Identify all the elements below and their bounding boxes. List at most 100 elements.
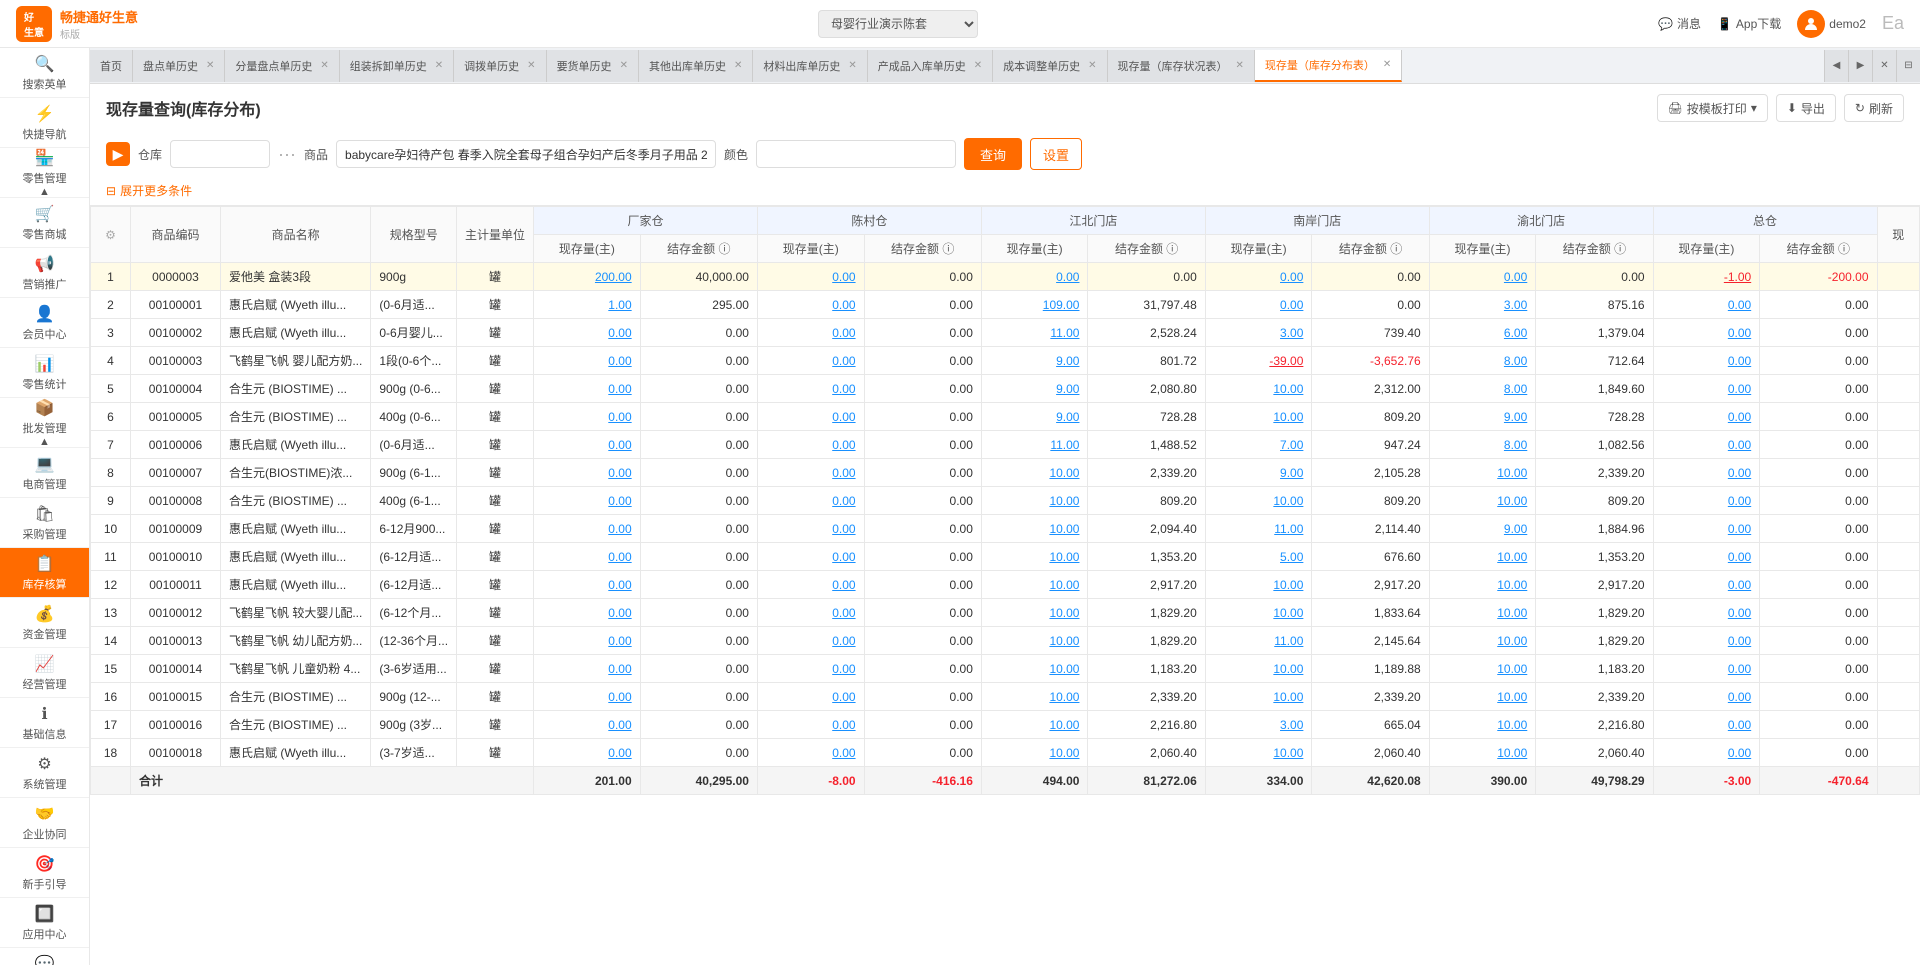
changjia-qty[interactable]: 0.00 xyxy=(534,319,641,347)
nanan-qty[interactable]: 0.00 xyxy=(1205,291,1312,319)
tab-close-11[interactable]: ✕ xyxy=(1383,59,1391,70)
total-qty[interactable]: 0.00 xyxy=(1653,291,1760,319)
sidebar-item-6[interactable]: 📊 零售统计 xyxy=(0,348,89,398)
nanan-qty[interactable]: 0.00 xyxy=(1205,263,1312,291)
yubei-qty[interactable]: 10.00 xyxy=(1429,711,1536,739)
nanan-qty[interactable]: 10.00 xyxy=(1205,655,1312,683)
total-qty[interactable]: 0.00 xyxy=(1653,683,1760,711)
jiangbei-qty[interactable]: 10.00 xyxy=(981,459,1088,487)
jiangbei-qty[interactable]: 10.00 xyxy=(981,711,1088,739)
sidebar-item-10[interactable]: 📋 库存核算 xyxy=(0,548,89,598)
total-qty[interactable]: 0.00 xyxy=(1653,571,1760,599)
chen-qty[interactable]: 0.00 xyxy=(757,263,864,291)
total-qty[interactable]: 0.00 xyxy=(1653,739,1760,767)
tab-item-8[interactable]: 产成品入库单历史✕ xyxy=(868,50,993,82)
chen-qty[interactable]: 0.00 xyxy=(757,599,864,627)
settings-btn[interactable]: 设置 xyxy=(1030,138,1082,170)
total-qty[interactable]: 0.00 xyxy=(1653,543,1760,571)
jiangbei-qty[interactable]: 9.00 xyxy=(981,347,1088,375)
yubei-qty[interactable]: 8.00 xyxy=(1429,431,1536,459)
changjia-qty[interactable]: 0.00 xyxy=(534,655,641,683)
yubei-qty[interactable]: 10.00 xyxy=(1429,571,1536,599)
changjia-qty[interactable]: 0.00 xyxy=(534,599,641,627)
nanan-qty[interactable]: 10.00 xyxy=(1205,571,1312,599)
sidebar-item-18[interactable]: 💬 企业微信 xyxy=(0,948,89,965)
tab-next-btn[interactable]: ▶ xyxy=(1848,50,1872,82)
jiangbei-qty[interactable]: 10.00 xyxy=(981,571,1088,599)
total-qty[interactable]: 0.00 xyxy=(1653,431,1760,459)
sidebar-item-3[interactable]: 🛒 零售商城 xyxy=(0,198,89,248)
yubei-qty[interactable]: 8.00 xyxy=(1429,347,1536,375)
changjia-qty[interactable]: 0.00 xyxy=(534,627,641,655)
changjia-qty[interactable]: 0.00 xyxy=(534,375,641,403)
chen-qty[interactable]: 0.00 xyxy=(757,655,864,683)
chen-qty[interactable]: 0.00 xyxy=(757,515,864,543)
chen-qty[interactable]: 0.00 xyxy=(757,431,864,459)
total-qty[interactable]: 0.00 xyxy=(1653,459,1760,487)
changjia-qty[interactable]: 0.00 xyxy=(534,515,641,543)
chen-qty[interactable]: 0.00 xyxy=(757,375,864,403)
expand-top-btn[interactable]: Ea xyxy=(1882,13,1904,34)
sidebar-item-0[interactable]: 🔍 搜索英单 xyxy=(0,48,89,98)
changjia-qty[interactable]: 0.00 xyxy=(534,403,641,431)
tab-close-5[interactable]: ✕ xyxy=(620,60,628,71)
yubei-qty[interactable]: 10.00 xyxy=(1429,655,1536,683)
tab-close-8[interactable]: ✕ xyxy=(974,60,982,71)
sidebar-item-7[interactable]: 📦 批发管理 ▲ xyxy=(0,398,89,448)
changjia-qty[interactable]: 0.00 xyxy=(534,571,641,599)
yubei-qty[interactable]: 10.00 xyxy=(1429,459,1536,487)
changjia-qty[interactable]: 0.00 xyxy=(534,431,641,459)
nanan-qty[interactable]: 11.00 xyxy=(1205,515,1312,543)
changjia-qty[interactable]: 0.00 xyxy=(534,739,641,767)
tab-close-4[interactable]: ✕ xyxy=(527,60,535,71)
nanan-qty[interactable]: 10.00 xyxy=(1205,403,1312,431)
jiangbei-qty[interactable]: 10.00 xyxy=(981,655,1088,683)
tab-close-2[interactable]: ✕ xyxy=(320,60,328,71)
nanan-qty[interactable]: 10.00 xyxy=(1205,487,1312,515)
chen-qty[interactable]: 0.00 xyxy=(757,487,864,515)
tab-close-10[interactable]: ✕ xyxy=(1236,60,1244,71)
tab-item-6[interactable]: 其他出库单历史✕ xyxy=(639,50,753,82)
yubei-qty[interactable]: 3.00 xyxy=(1429,291,1536,319)
sidebar-item-8[interactable]: 💻 电商管理 xyxy=(0,448,89,498)
tab-item-5[interactable]: 要货单历史✕ xyxy=(547,50,639,82)
sidebar-item-13[interactable]: ℹ 基础信息 xyxy=(0,698,89,748)
jiangbei-qty[interactable]: 10.00 xyxy=(981,739,1088,767)
tab-item-3[interactable]: 组装拆卸单历史✕ xyxy=(340,50,454,82)
table-area[interactable]: ⚙ 商品编码 商品名称 规格型号 主计量单位 厂家仓 陈村仓 江北门店 南岸门店… xyxy=(90,206,1920,965)
chen-qty[interactable]: 0.00 xyxy=(757,403,864,431)
yubei-qty[interactable]: 10.00 xyxy=(1429,599,1536,627)
refresh-btn[interactable]: ↻ 刷新 xyxy=(1844,94,1904,122)
sidebar-item-11[interactable]: 💰 资金管理 xyxy=(0,598,89,648)
org-selector[interactable]: 母婴行业演示陈套 xyxy=(818,10,978,38)
nanan-qty[interactable]: -39.00 xyxy=(1205,347,1312,375)
jiangbei-qty[interactable]: 10.00 xyxy=(981,627,1088,655)
nanan-qty[interactable]: 5.00 xyxy=(1205,543,1312,571)
chen-qty[interactable]: 0.00 xyxy=(757,683,864,711)
jiangbei-qty[interactable]: 9.00 xyxy=(981,375,1088,403)
total-qty[interactable]: 0.00 xyxy=(1653,627,1760,655)
total-qty[interactable]: 0.00 xyxy=(1653,655,1760,683)
query-btn[interactable]: 查询 xyxy=(964,138,1022,170)
yubei-qty[interactable]: 9.00 xyxy=(1429,403,1536,431)
tab-item-10[interactable]: 现存量（库存状况表）✕ xyxy=(1108,50,1255,82)
tab-item-4[interactable]: 调拨单历史✕ xyxy=(454,50,546,82)
message-btn[interactable]: 💬 消息 xyxy=(1658,15,1701,32)
changjia-qty[interactable]: 1.00 xyxy=(534,291,641,319)
chen-qty[interactable]: 0.00 xyxy=(757,739,864,767)
changjia-qty[interactable]: 0.00 xyxy=(534,543,641,571)
yubei-qty[interactable]: 10.00 xyxy=(1429,543,1536,571)
sidebar-item-4[interactable]: 📢 营销推广 xyxy=(0,248,89,298)
yubei-qty[interactable]: 10.00 xyxy=(1429,739,1536,767)
tab-close-3[interactable]: ✕ xyxy=(435,60,443,71)
chen-qty[interactable]: 0.00 xyxy=(757,627,864,655)
total-qty[interactable]: 0.00 xyxy=(1653,375,1760,403)
nanan-qty[interactable]: 10.00 xyxy=(1205,739,1312,767)
total-qty[interactable]: 0.00 xyxy=(1653,487,1760,515)
sidebar-item-14[interactable]: ⚙ 系统管理 xyxy=(0,748,89,798)
tab-close-9[interactable]: ✕ xyxy=(1088,60,1096,71)
tab-menu-btn[interactable]: ⊟ xyxy=(1896,50,1920,82)
nanan-qty[interactable]: 10.00 xyxy=(1205,375,1312,403)
total-qty[interactable]: -1.00 xyxy=(1653,263,1760,291)
chen-qty[interactable]: 0.00 xyxy=(757,319,864,347)
